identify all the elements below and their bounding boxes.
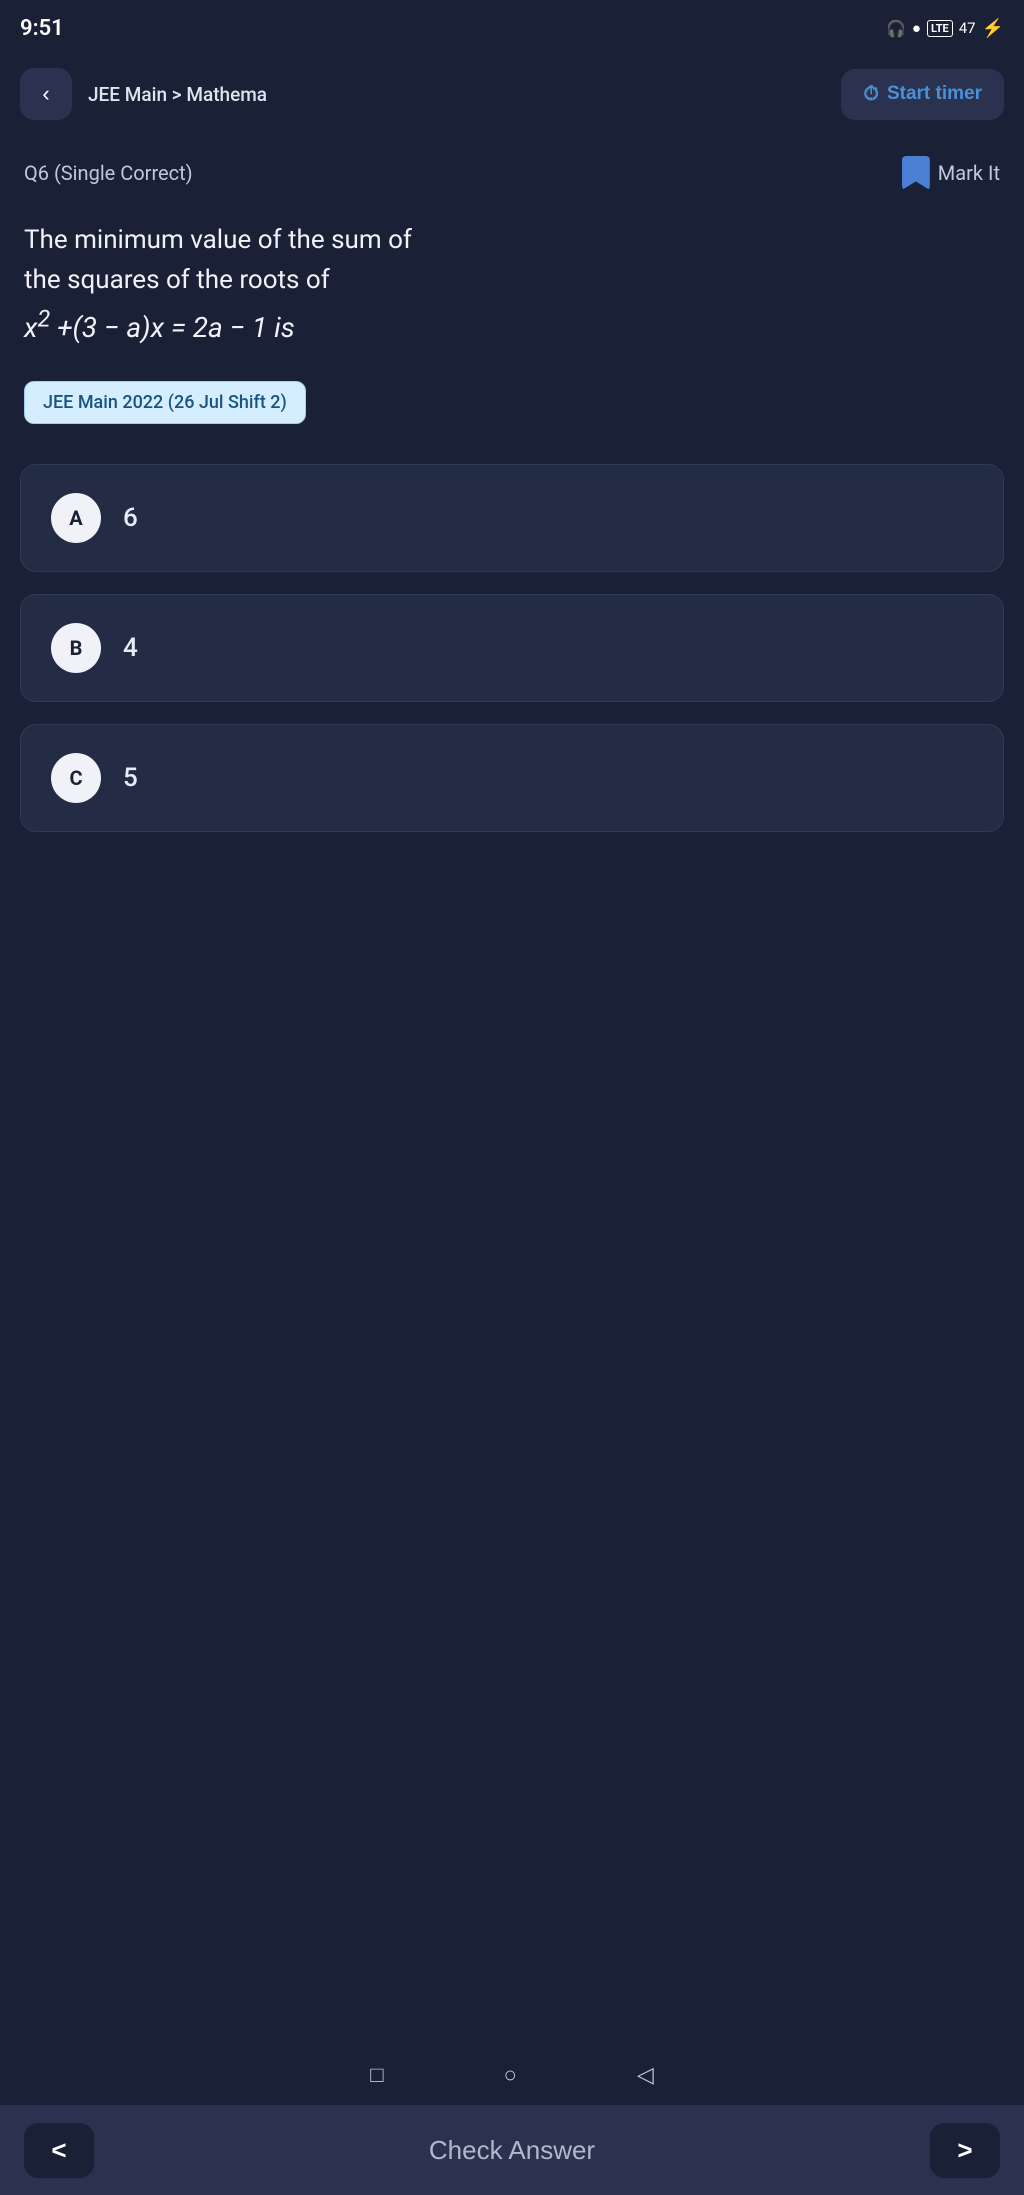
bottom-navigation: < Check Answer > — [0, 2105, 1024, 2195]
question-text: The minimum value of the sum of the squa… — [24, 220, 1000, 349]
question-meta: Q6 (Single Correct) Mark It — [0, 136, 1024, 200]
timer-icon: ⏱ — [863, 83, 879, 106]
square-nav-icon[interactable]: □ — [370, 2062, 383, 2088]
question-label: Q6 (Single Correct) — [24, 161, 193, 185]
timer-label: Start timer — [887, 83, 982, 105]
option-a-badge: A — [51, 493, 101, 543]
option-c-value: 5 — [123, 763, 138, 793]
question-line1: The minimum value of the sum of — [24, 225, 412, 255]
breadcrumb: JEE Main > Mathema — [88, 83, 825, 106]
circle-nav-icon[interactable]: ○ — [504, 2062, 517, 2088]
start-timer-button[interactable]: ⏱ Start timer — [841, 69, 1004, 120]
back-icon: ‹ — [42, 81, 49, 107]
question-body: The minimum value of the sum of the squa… — [0, 200, 1024, 365]
next-icon: > — [957, 2135, 972, 2166]
option-b-card[interactable]: B 4 — [20, 594, 1004, 702]
mark-it-label: Mark It — [938, 161, 1000, 185]
option-b-value: 4 — [123, 633, 138, 663]
lte-badge: LTE — [927, 20, 953, 37]
question-tag: JEE Main 2022 (26 Jul Shift 2) — [24, 381, 306, 424]
system-nav-bar: □ ○ ◁ — [0, 2045, 1024, 2105]
option-c-badge: C — [51, 753, 101, 803]
option-b-badge: B — [51, 623, 101, 673]
prev-question-button[interactable]: < — [24, 2123, 94, 2178]
question-math: x2 +(3 − a)x = 2a − 1 is — [24, 311, 295, 344]
question-line2: the squares of the roots of — [24, 265, 330, 295]
tag-container: JEE Main 2022 (26 Jul Shift 2) — [0, 365, 1024, 454]
status-icons: 🎧 ● LTE 47 ⚡ — [886, 18, 1004, 39]
headphone-icon: 🎧 — [886, 19, 906, 38]
bookmark-icon — [902, 156, 930, 190]
status-time: 9:51 — [20, 16, 64, 41]
option-c-card[interactable]: C 5 — [20, 724, 1004, 832]
options-container: A 6 B 4 C 5 — [0, 454, 1024, 842]
prev-icon: < — [51, 2135, 66, 2166]
check-answer-button[interactable]: Check Answer — [429, 2135, 595, 2166]
bolt-icon: ⚡ — [982, 18, 1004, 39]
mark-it-button[interactable]: Mark It — [902, 156, 1000, 190]
back-button[interactable]: ‹ — [20, 68, 72, 120]
option-a-value: 6 — [123, 503, 138, 533]
next-question-button[interactable]: > — [930, 2123, 1000, 2178]
location-icon: ● — [912, 19, 921, 37]
back-nav-icon[interactable]: ◁ — [637, 2063, 654, 2088]
option-a-card[interactable]: A 6 — [20, 464, 1004, 572]
battery-level: 47 — [959, 19, 976, 37]
status-bar: 9:51 🎧 ● LTE 47 ⚡ — [0, 0, 1024, 52]
header: ‹ JEE Main > Mathema ⏱ Start timer — [0, 52, 1024, 136]
